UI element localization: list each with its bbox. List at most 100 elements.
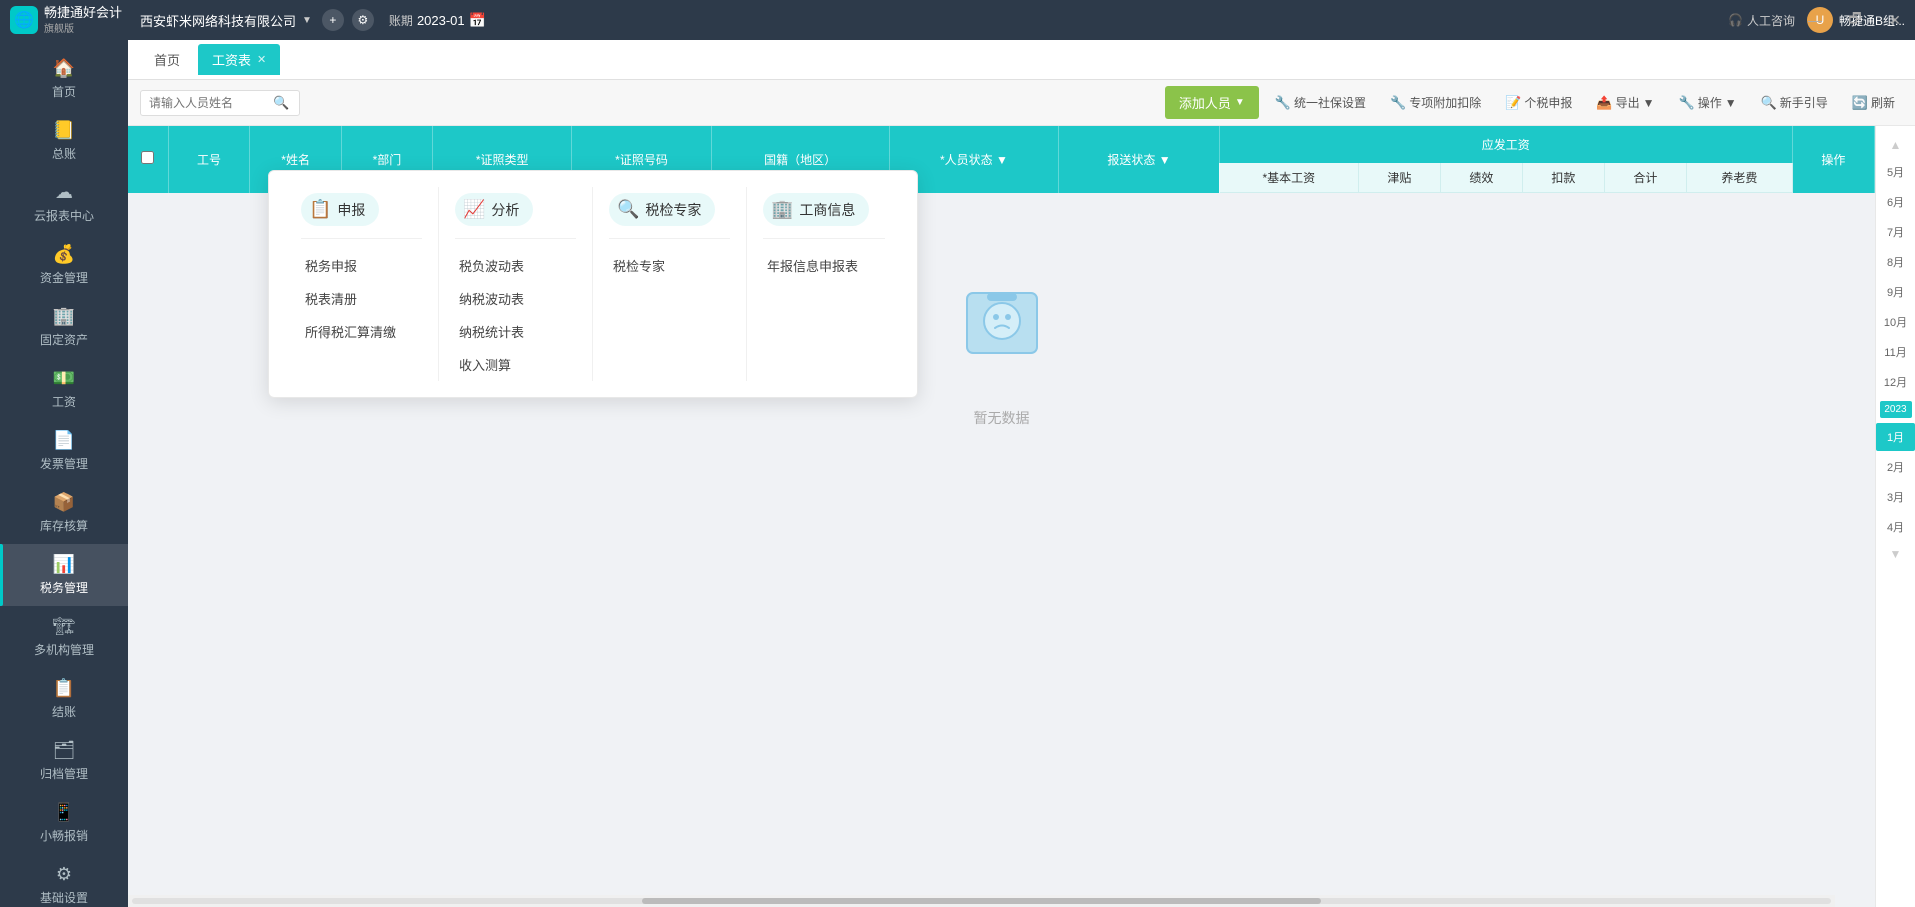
dropdown-header-apply: 📋 申报 [301, 187, 422, 239]
month-item-3[interactable]: 3月 [1876, 483, 1915, 511]
sidebar-item-close[interactable]: 📋 结账 [0, 668, 128, 730]
expert-header-bg: 🔍 税检专家 [609, 193, 715, 226]
tax-apply-btn[interactable]: 📝 个税申报 [1497, 89, 1580, 116]
app-logo: 🌐 畅捷通好会计 旗舰版 [10, 5, 130, 36]
sidebar-item-ledger[interactable]: 📒 总账 [0, 110, 128, 172]
sidebar-item-mini[interactable]: 📱 小畅报销 [0, 792, 128, 854]
month-item-12[interactable]: 12月 [1876, 368, 1915, 396]
performance-header: 绩效 [1440, 163, 1522, 193]
month-item-11[interactable]: 11月 [1876, 338, 1915, 366]
panel-down-arrow[interactable]: ▼ [1886, 543, 1906, 565]
window-controls: — 🗗 ✕ [1795, 0, 1915, 40]
panel-up-arrow[interactable]: ▲ [1886, 134, 1906, 156]
sidebar-label-settings: 基础设置 [40, 889, 88, 906]
menu-item-tax-annual[interactable]: 所得税汇算清缴 [301, 315, 422, 348]
sidebar-item-tax[interactable]: 📊 税务管理 [0, 544, 128, 606]
sidebar-item-salary[interactable]: 💵 工资 [0, 358, 128, 420]
guide-label: 新手引导 [1780, 94, 1828, 111]
calendar-icon[interactable]: 📅 [469, 12, 486, 29]
menu-item-tax-wave[interactable]: 纳税波动表 [455, 282, 576, 315]
sidebar-item-funds[interactable]: 💰 资金管理 [0, 234, 128, 296]
month-item-9[interactable]: 9月 [1876, 278, 1915, 306]
biz-header-icon: 🏢 [771, 199, 793, 220]
month-item-6[interactable]: 6月 [1876, 188, 1915, 216]
settings-btn[interactable]: ⚙ [352, 9, 374, 31]
operation-btn[interactable]: 🔧 操作 ▼ [1671, 89, 1745, 116]
win-minimize-btn[interactable]: — [1795, 0, 1835, 40]
menu-item-income-calc[interactable]: 收入测算 [455, 348, 576, 381]
sidebar-item-archive[interactable]: 🗂 归档管理 [0, 730, 128, 792]
refresh-btn[interactable]: 🔄 刷新 [1844, 89, 1903, 116]
scrollbar-track [132, 898, 1831, 904]
operation-arrow-icon: ▼ [1725, 96, 1737, 110]
sidebar-item-settings[interactable]: ⚙ 基础设置 [0, 854, 128, 907]
sidebar-item-inventory[interactable]: 📦 库存核算 [0, 482, 128, 544]
social-security-btn[interactable]: 🔧 统一社保设置 [1267, 89, 1374, 116]
dropdown-header-expert: 🔍 税检专家 [609, 187, 730, 239]
horizontal-scrollbar[interactable] [128, 895, 1835, 907]
month-item-5[interactable]: 5月 [1876, 158, 1915, 186]
tax-icon: 📊 [53, 554, 75, 575]
social-security-label: 统一社保设置 [1294, 94, 1366, 111]
base-salary-header: *基本工资 [1219, 163, 1358, 193]
social-security-icon: 🔧 [1275, 95, 1291, 111]
win-close-btn[interactable]: ✕ [1875, 0, 1915, 40]
analysis-header-icon: 📈 [463, 199, 485, 220]
search-input[interactable] [149, 96, 269, 110]
menu-item-tax-expert[interactable]: 税检专家 [609, 249, 730, 282]
sidebar-label-home: 首页 [52, 83, 76, 100]
month-item-2[interactable]: 2月 [1876, 453, 1915, 481]
apply-header-icon: 📋 [309, 199, 331, 220]
content-area: 首页 工资表 ✕ 🔍 添加人员 ▼ 🔧 统一社保设置 🔧 [128, 40, 1915, 907]
period-label: 账期 [389, 12, 413, 29]
expert-header-label: 税检专家 [645, 200, 701, 220]
add-person-btn[interactable]: 添加人员 ▼ [1165, 86, 1259, 119]
dropdown-col-biz: 🏢 工商信息 年报信息申报表 [747, 187, 901, 381]
report-status-header[interactable]: 报送状态 ▼ [1059, 126, 1219, 193]
analysis-header-label: 分析 [491, 200, 519, 220]
sidebar: 🏠 首页 📒 总账 ☁ 云报表中心 💰 资金管理 🏢 固定资产 💵 工资 📄 发… [0, 40, 128, 907]
export-btn[interactable]: 📤 导出 ▼ [1588, 89, 1662, 116]
tab-close-icon[interactable]: ✕ [257, 53, 266, 66]
menu-item-tax-table[interactable]: 税表清册 [301, 282, 422, 315]
company-selector[interactable]: 西安虾米网络科技有限公司 ▼ [140, 11, 312, 30]
year-2023-badge[interactable]: 2023 [1880, 401, 1912, 418]
refresh-label: 刷新 [1871, 94, 1895, 111]
sidebar-item-home[interactable]: 🏠 首页 [0, 48, 128, 110]
month-item-7[interactable]: 7月 [1876, 218, 1915, 246]
win-restore-btn[interactable]: 🗗 [1835, 0, 1875, 40]
menu-item-tax-burden[interactable]: 税负波动表 [455, 249, 576, 282]
sidebar-label-salary: 工资 [52, 393, 76, 410]
main-layout: 🏠 首页 📒 总账 ☁ 云报表中心 💰 资金管理 🏢 固定资产 💵 工资 📄 发… [0, 40, 1915, 907]
tab-salary-table[interactable]: 工资表 ✕ [198, 44, 280, 75]
dropdown-col-apply: 📋 申报 税务申报 税表清册 所得税汇算清缴 [285, 187, 439, 381]
scrollbar-thumb[interactable] [642, 898, 1322, 904]
sidebar-item-cloud[interactable]: ☁ 云报表中心 [0, 172, 128, 234]
select-all-checkbox[interactable] [141, 151, 154, 164]
month-item-10[interactable]: 10月 [1876, 308, 1915, 336]
sidebar-item-assets[interactable]: 🏢 固定资产 [0, 296, 128, 358]
menu-item-tax-apply[interactable]: 税务申报 [301, 249, 422, 282]
allowance-header: 津贴 [1358, 163, 1440, 193]
guide-btn[interactable]: 🔍 新手引导 [1753, 89, 1836, 116]
special-deduct-btn[interactable]: 🔧 专项附加扣除 [1382, 89, 1489, 116]
salary-icon: 💵 [53, 368, 75, 389]
menu-item-annual-report[interactable]: 年报信息申报表 [763, 249, 885, 282]
tab-home[interactable]: 首页 [140, 44, 194, 75]
chevron-down-icon: ▼ [302, 15, 312, 26]
checkbox-header[interactable] [128, 126, 168, 193]
tab-bar: 首页 工资表 ✕ [128, 40, 1915, 80]
sidebar-item-invoice[interactable]: 📄 发票管理 [0, 420, 128, 482]
sidebar-label-multi: 多机构管理 [34, 641, 94, 658]
service-btn[interactable]: 🎧 人工咨询 [1728, 12, 1795, 29]
dropdown-col-expert: 🔍 税检专家 税检专家 [593, 187, 747, 381]
sidebar-item-multi[interactable]: 🏗 多机构管理 [0, 606, 128, 668]
add-company-btn[interactable]: + [322, 9, 344, 31]
menu-item-tax-stat[interactable]: 纳税统计表 [455, 315, 576, 348]
month-item-4[interactable]: 4月 [1876, 513, 1915, 541]
search-box[interactable]: 🔍 [140, 90, 300, 116]
sidebar-label-close: 结账 [52, 703, 76, 720]
month-item-1[interactable]: 1月 [1876, 423, 1915, 451]
empty-text: 暂无数据 [974, 408, 1030, 428]
month-item-8[interactable]: 8月 [1876, 248, 1915, 276]
